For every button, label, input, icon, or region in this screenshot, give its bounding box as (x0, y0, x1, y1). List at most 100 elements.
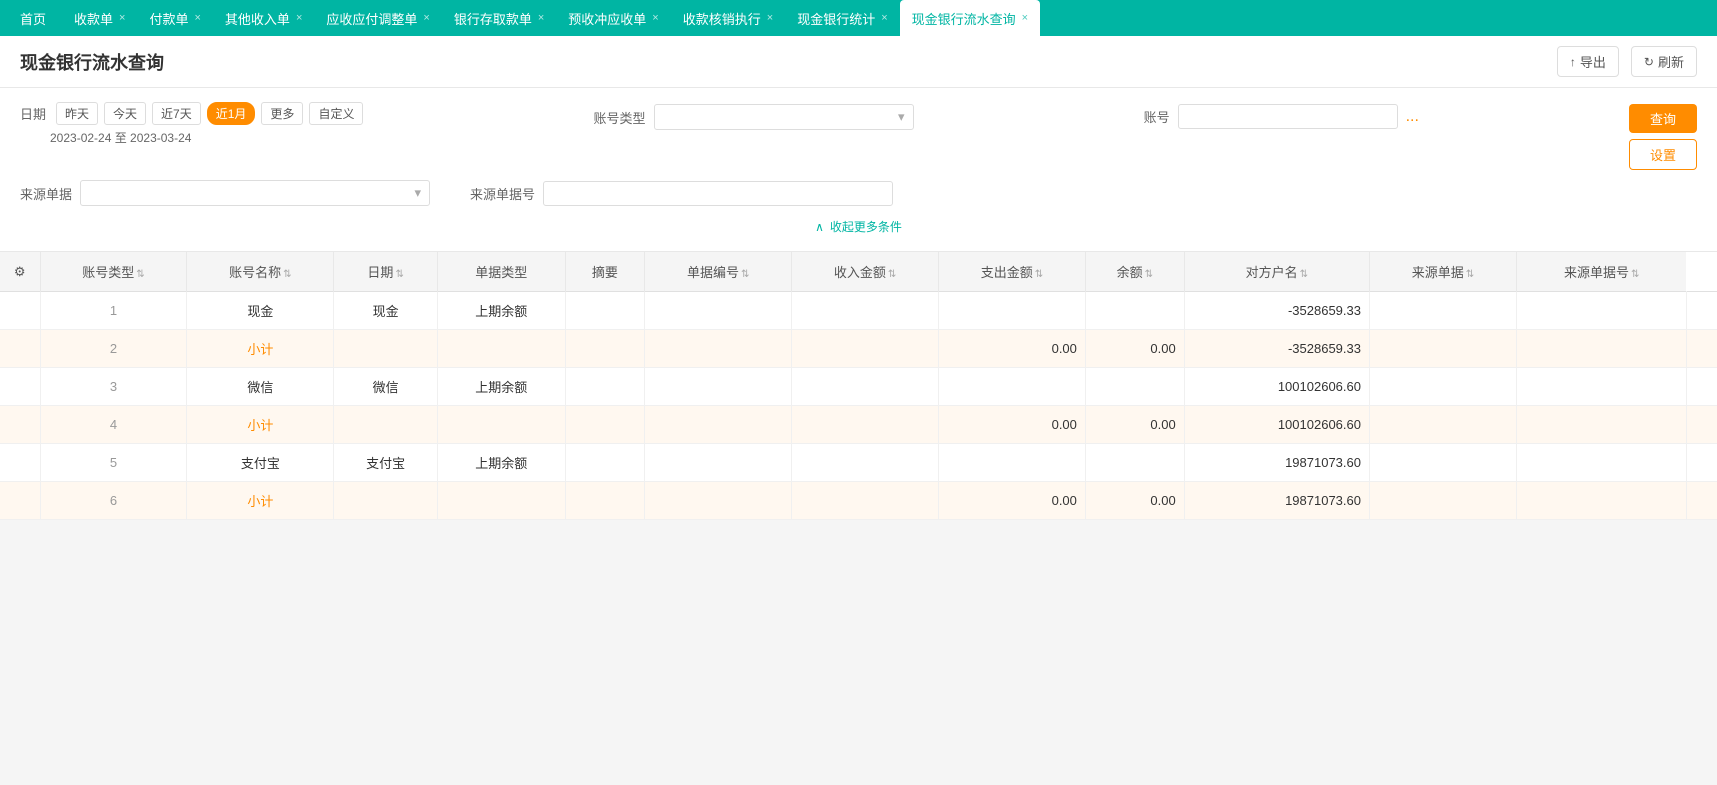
cell-balance: 100102606.60 (1184, 368, 1369, 406)
settings-button[interactable]: 设置 (1629, 139, 1697, 170)
cell-income (939, 292, 1086, 330)
account-input[interactable] (1178, 104, 1398, 129)
col-balance[interactable]: 余额⇅ (1085, 252, 1184, 292)
cell-counterparty (1369, 330, 1516, 368)
row-number: 3 (40, 368, 187, 406)
col-account-type[interactable]: 账号类型⇅ (40, 252, 187, 292)
table-row: 2小计0.000.00-3528659.33 (0, 330, 1717, 368)
col-account-name[interactable]: 账号名称⇅ (187, 252, 334, 292)
sort-expense-icon: ⇅ (1035, 269, 1043, 280)
cell-source-doc-no (1686, 406, 1717, 444)
date-today-btn[interactable]: 今天 (104, 102, 146, 125)
cell-summary (645, 330, 792, 368)
col-date[interactable]: 日期⇅ (334, 252, 438, 292)
col-source-doc-no[interactable]: 来源单据号⇅ (1516, 252, 1686, 292)
cell-expense: 0.00 (1085, 406, 1184, 444)
col-settings[interactable]: ⚙ (0, 252, 40, 292)
cell-doc-type (565, 406, 645, 444)
nav-tab-fukuan[interactable]: 付款单 × (137, 0, 212, 36)
cell-source-doc (1516, 444, 1686, 482)
sort-source-doc-icon: ⇅ (1466, 269, 1474, 280)
nav-tab-cash-flow[interactable]: 现金银行流水查询 × (900, 0, 1040, 36)
cell-account-type: 现金 (187, 292, 334, 330)
row-gear-cell (0, 292, 40, 330)
cell-doc-no (792, 368, 939, 406)
date-custom-btn[interactable]: 自定义 (309, 102, 363, 125)
query-button[interactable]: 查询 (1629, 104, 1697, 133)
close-fukuan-icon[interactable]: × (194, 12, 200, 24)
export-icon: ↑ (1570, 55, 1576, 69)
col-income[interactable]: 收入金额⇅ (792, 252, 939, 292)
cell-doc-no (792, 406, 939, 444)
date-options-group: 昨天 今天 近7天 近1月 更多 自定义 (56, 102, 363, 125)
cell-summary (645, 368, 792, 406)
date-7days-btn[interactable]: 近7天 (152, 102, 201, 125)
col-expense[interactable]: 支出金额⇅ (939, 252, 1086, 292)
cell-counterparty (1369, 482, 1516, 520)
close-cash-flow-icon[interactable]: × (1022, 12, 1028, 24)
date-more-btn[interactable]: 更多 (261, 102, 303, 125)
cell-source-doc (1516, 406, 1686, 444)
cell-source-doc (1516, 368, 1686, 406)
date-filter-label: 日期 (20, 104, 46, 123)
cell-counterparty (1369, 368, 1516, 406)
cell-date: 上期余额 (437, 444, 565, 482)
collapse-bar[interactable]: ∧ 收起更多条件 (20, 212, 1697, 241)
close-advance-icon[interactable]: × (652, 12, 658, 24)
cell-doc-no (792, 330, 939, 368)
date-1month-btn[interactable]: 近1月 (207, 102, 256, 125)
close-other-income-icon[interactable]: × (296, 12, 302, 24)
cell-date (437, 482, 565, 520)
cell-account-type: 支付宝 (187, 444, 334, 482)
cell-expense: 0.00 (1085, 330, 1184, 368)
cell-summary (645, 482, 792, 520)
nav-home[interactable]: 首页 (4, 9, 62, 28)
source-doc-num-input[interactable] (543, 181, 893, 206)
filter-area: 日期 昨天 今天 近7天 近1月 更多 自定义 2023-02-24 至 202… (0, 88, 1717, 252)
date-yesterday-btn[interactable]: 昨天 (56, 102, 98, 125)
account-dots-button[interactable]: ... (1402, 108, 1423, 126)
col-source-doc[interactable]: 来源单据⇅ (1369, 252, 1516, 292)
account-type-label: 账号类型 (594, 108, 646, 127)
nav-tab-adjustment[interactable]: 应收应付调整单 × (314, 0, 441, 36)
col-doc-no[interactable]: 单据编号⇅ (645, 252, 792, 292)
refresh-button[interactable]: ↻ 刷新 (1631, 46, 1697, 77)
cell-income: 0.00 (939, 482, 1086, 520)
source-doc-select[interactable]: ▾ (80, 180, 430, 206)
cell-doc-type (565, 368, 645, 406)
source-doc-label: 来源单据 (20, 184, 72, 203)
close-bank-deposit-icon[interactable]: × (538, 12, 544, 24)
row-number: 5 (40, 444, 187, 482)
cell-doc-type (565, 482, 645, 520)
close-adjustment-icon[interactable]: × (423, 12, 429, 24)
cell-income: 0.00 (939, 330, 1086, 368)
cell-source-doc (1516, 330, 1686, 368)
export-button[interactable]: ↑ 导出 (1557, 46, 1619, 77)
nav-tab-advance[interactable]: 预收冲应收单 × (556, 0, 670, 36)
cell-summary (645, 406, 792, 444)
source-doc-num-label: 来源单据号 (470, 184, 535, 203)
cell-doc-no (792, 444, 939, 482)
nav-tab-shoukuan[interactable]: 收款单 × (62, 0, 137, 36)
gear-icon[interactable]: ⚙ (14, 264, 26, 279)
nav-tab-cash-stats[interactable]: 现金银行统计 × (785, 0, 899, 36)
close-collection-icon[interactable]: × (767, 12, 773, 24)
sort-income-icon: ⇅ (888, 269, 896, 280)
account-type-select[interactable]: ▾ (654, 104, 914, 130)
cell-account-name (334, 482, 438, 520)
table-row: 1现金现金上期余额-3528659.33 (0, 292, 1717, 330)
nav-tab-bank-deposit[interactable]: 银行存取款单 × (442, 0, 556, 36)
cell-date: 上期余额 (437, 292, 565, 330)
cell-doc-no (792, 292, 939, 330)
cell-source-doc-no (1686, 482, 1717, 520)
row-number: 6 (40, 482, 187, 520)
close-cash-stats-icon[interactable]: × (881, 12, 887, 24)
sort-source-doc-no-icon: ⇅ (1631, 269, 1639, 280)
nav-tab-collection[interactable]: 收款核销执行 × (671, 0, 785, 36)
cell-expense: 0.00 (1085, 482, 1184, 520)
nav-tab-other-income[interactable]: 其他收入单 × (213, 0, 314, 36)
cell-date: 上期余额 (437, 368, 565, 406)
close-shoukuan-icon[interactable]: × (119, 12, 125, 24)
col-counterparty[interactable]: 对方户名⇅ (1184, 252, 1369, 292)
cell-account-name: 微信 (334, 368, 438, 406)
